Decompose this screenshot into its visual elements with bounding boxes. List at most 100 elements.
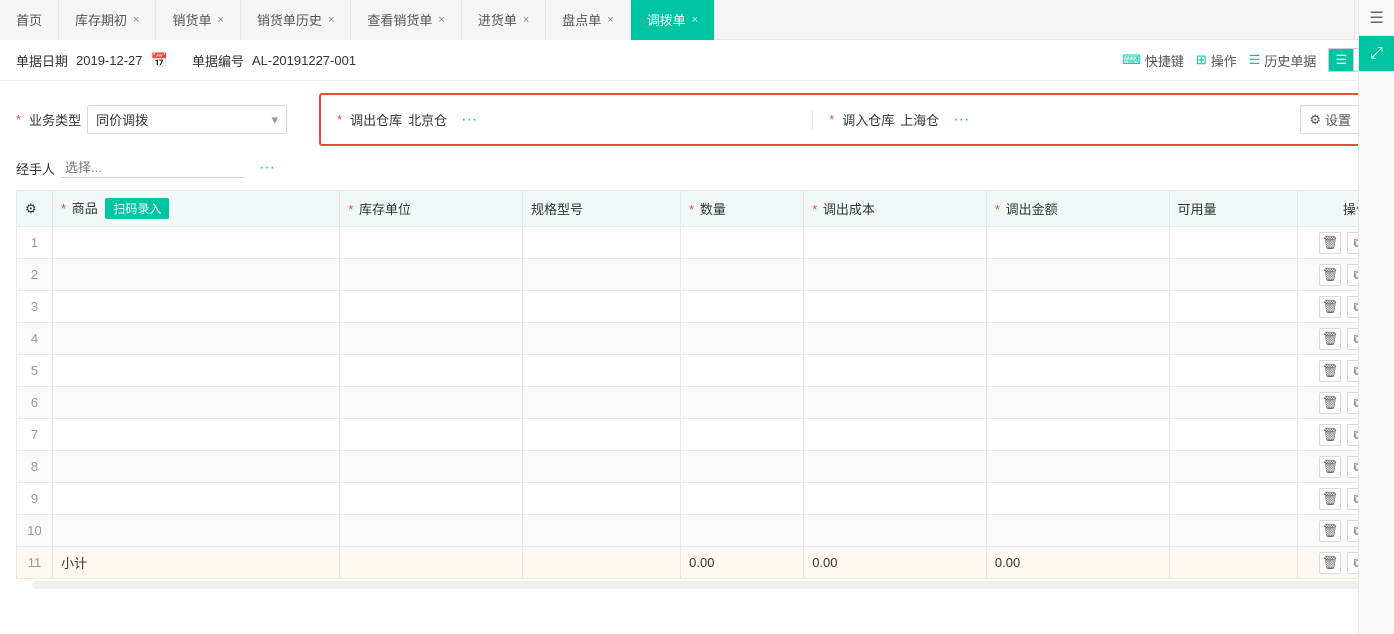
cost-cell-2[interactable] — [804, 259, 987, 291]
delete-btn-8[interactable]: 🗑 — [1319, 456, 1341, 478]
qty-cell-9[interactable] — [681, 483, 804, 515]
delete-btn-4[interactable]: 🗑 — [1319, 328, 1341, 350]
unit-cell-5[interactable] — [340, 355, 523, 387]
tab-close-view-sales[interactable]: × — [438, 14, 444, 26]
cost-cell-7[interactable] — [804, 419, 987, 451]
product-cell-10[interactable] — [53, 515, 340, 547]
layout-list-btn[interactable]: ☰ — [1329, 49, 1354, 71]
qty-cell-10[interactable] — [681, 515, 804, 547]
amount-cell-5[interactable] — [986, 355, 1169, 387]
tab-close-inventory-init[interactable]: × — [133, 14, 139, 26]
unit-cell-7[interactable] — [340, 419, 523, 451]
settings-button[interactable]: ⚙ 设置 — [1300, 105, 1360, 134]
tab-view-sales[interactable]: 查看销货单 × — [351, 0, 461, 40]
qty-cell-1[interactable] — [681, 227, 804, 259]
cost-cell-6[interactable] — [804, 387, 987, 419]
product-cell-1[interactable] — [53, 227, 340, 259]
cost-cell-10[interactable] — [804, 515, 987, 547]
delete-btn-9[interactable]: 🗑 — [1319, 488, 1341, 510]
spec-cell-10[interactable] — [522, 515, 680, 547]
product-cell-5[interactable] — [53, 355, 340, 387]
tab-sales-history[interactable]: 销货单历史 × — [241, 0, 351, 40]
cost-cell-1[interactable] — [804, 227, 987, 259]
product-cell-3[interactable] — [53, 291, 340, 323]
amount-cell-6[interactable] — [986, 387, 1169, 419]
tab-purchase[interactable]: 进货单 × — [462, 0, 546, 40]
spec-cell-2[interactable] — [522, 259, 680, 291]
tab-inventory-init[interactable]: 库存期初 × — [59, 0, 156, 40]
tab-transfer[interactable]: 调拨单 × — [631, 0, 715, 40]
unit-cell-6[interactable] — [340, 387, 523, 419]
sidebar-list-icon[interactable]: ☰ — [1359, 0, 1394, 36]
delete-btn-6[interactable]: 🗑 — [1319, 392, 1341, 414]
tab-close-sales-order[interactable]: × — [217, 14, 223, 26]
unit-cell-3[interactable] — [340, 291, 523, 323]
horizontal-scrollbar[interactable] — [32, 581, 1362, 589]
tab-close-stocktake[interactable]: × — [607, 14, 613, 26]
spec-cell-7[interactable] — [522, 419, 680, 451]
amount-cell-4[interactable] — [986, 323, 1169, 355]
qty-cell-8[interactable] — [681, 451, 804, 483]
amount-cell-8[interactable] — [986, 451, 1169, 483]
product-cell-6[interactable] — [53, 387, 340, 419]
cost-cell-3[interactable] — [804, 291, 987, 323]
delete-btn-1[interactable]: 🗑 — [1319, 232, 1341, 254]
unit-cell-2[interactable] — [340, 259, 523, 291]
cost-cell-8[interactable] — [804, 451, 987, 483]
operations-action[interactable]: ⊞ 操作 — [1196, 51, 1237, 70]
spec-cell-3[interactable] — [522, 291, 680, 323]
delete-btn-10[interactable]: 🗑 — [1319, 520, 1341, 542]
in-warehouse-more-btn[interactable]: ··· — [953, 111, 969, 129]
tab-close-purchase[interactable]: × — [523, 14, 529, 26]
spec-cell-9[interactable] — [522, 483, 680, 515]
amount-cell-7[interactable] — [986, 419, 1169, 451]
product-cell-2[interactable] — [53, 259, 340, 291]
qty-cell-2[interactable] — [681, 259, 804, 291]
qty-cell-7[interactable] — [681, 419, 804, 451]
amount-cell-10[interactable] — [986, 515, 1169, 547]
spec-cell-6[interactable] — [522, 387, 680, 419]
handler-input[interactable] — [61, 158, 245, 178]
amount-cell-1[interactable] — [986, 227, 1169, 259]
delete-btn-11[interactable]: 🗑 — [1319, 552, 1341, 574]
amount-cell-9[interactable] — [986, 483, 1169, 515]
scan-button[interactable]: 扫码录入 — [105, 198, 169, 219]
qty-cell-5[interactable] — [681, 355, 804, 387]
spec-cell-8[interactable] — [522, 451, 680, 483]
delete-btn-2[interactable]: 🗑 — [1319, 264, 1341, 286]
tab-stocktake[interactable]: 盘点单 × — [546, 0, 630, 40]
qty-cell-4[interactable] — [681, 323, 804, 355]
sidebar-expand-icon[interactable]: ⤢ — [1359, 36, 1394, 72]
unit-cell-4[interactable] — [340, 323, 523, 355]
cost-cell-5[interactable] — [804, 355, 987, 387]
spec-cell-1[interactable] — [522, 227, 680, 259]
tab-close-sales-history[interactable]: × — [328, 14, 334, 26]
delete-btn-7[interactable]: 🗑 — [1319, 424, 1341, 446]
unit-cell-10[interactable] — [340, 515, 523, 547]
qty-cell-3[interactable] — [681, 291, 804, 323]
tab-home[interactable]: 首页 — [0, 0, 59, 40]
unit-cell-1[interactable] — [340, 227, 523, 259]
unit-cell-8[interactable] — [340, 451, 523, 483]
history-action[interactable]: ☰ 历史单据 — [1249, 51, 1317, 70]
tab-sales-order[interactable]: 销货单 × — [156, 0, 240, 40]
tab-close-transfer[interactable]: × — [692, 14, 698, 26]
product-cell-9[interactable] — [53, 483, 340, 515]
unit-cell-9[interactable] — [340, 483, 523, 515]
calendar-icon[interactable]: 📅 — [151, 52, 168, 69]
spec-cell-4[interactable] — [522, 323, 680, 355]
shortcuts-action[interactable]: ⌨ 快捷键 — [1122, 51, 1184, 70]
amount-cell-3[interactable] — [986, 291, 1169, 323]
cost-cell-4[interactable] — [804, 323, 987, 355]
amount-cell-2[interactable] — [986, 259, 1169, 291]
delete-btn-3[interactable]: 🗑 — [1319, 296, 1341, 318]
product-cell-8[interactable] — [53, 451, 340, 483]
cost-cell-9[interactable] — [804, 483, 987, 515]
biz-type-select[interactable]: 同价调拨 ▾ — [87, 105, 287, 134]
col-gear[interactable]: ⚙ — [17, 191, 53, 227]
product-cell-7[interactable] — [53, 419, 340, 451]
out-warehouse-more-btn[interactable]: ··· — [461, 111, 477, 129]
qty-cell-6[interactable] — [681, 387, 804, 419]
product-cell-4[interactable] — [53, 323, 340, 355]
delete-btn-5[interactable]: 🗑 — [1319, 360, 1341, 382]
